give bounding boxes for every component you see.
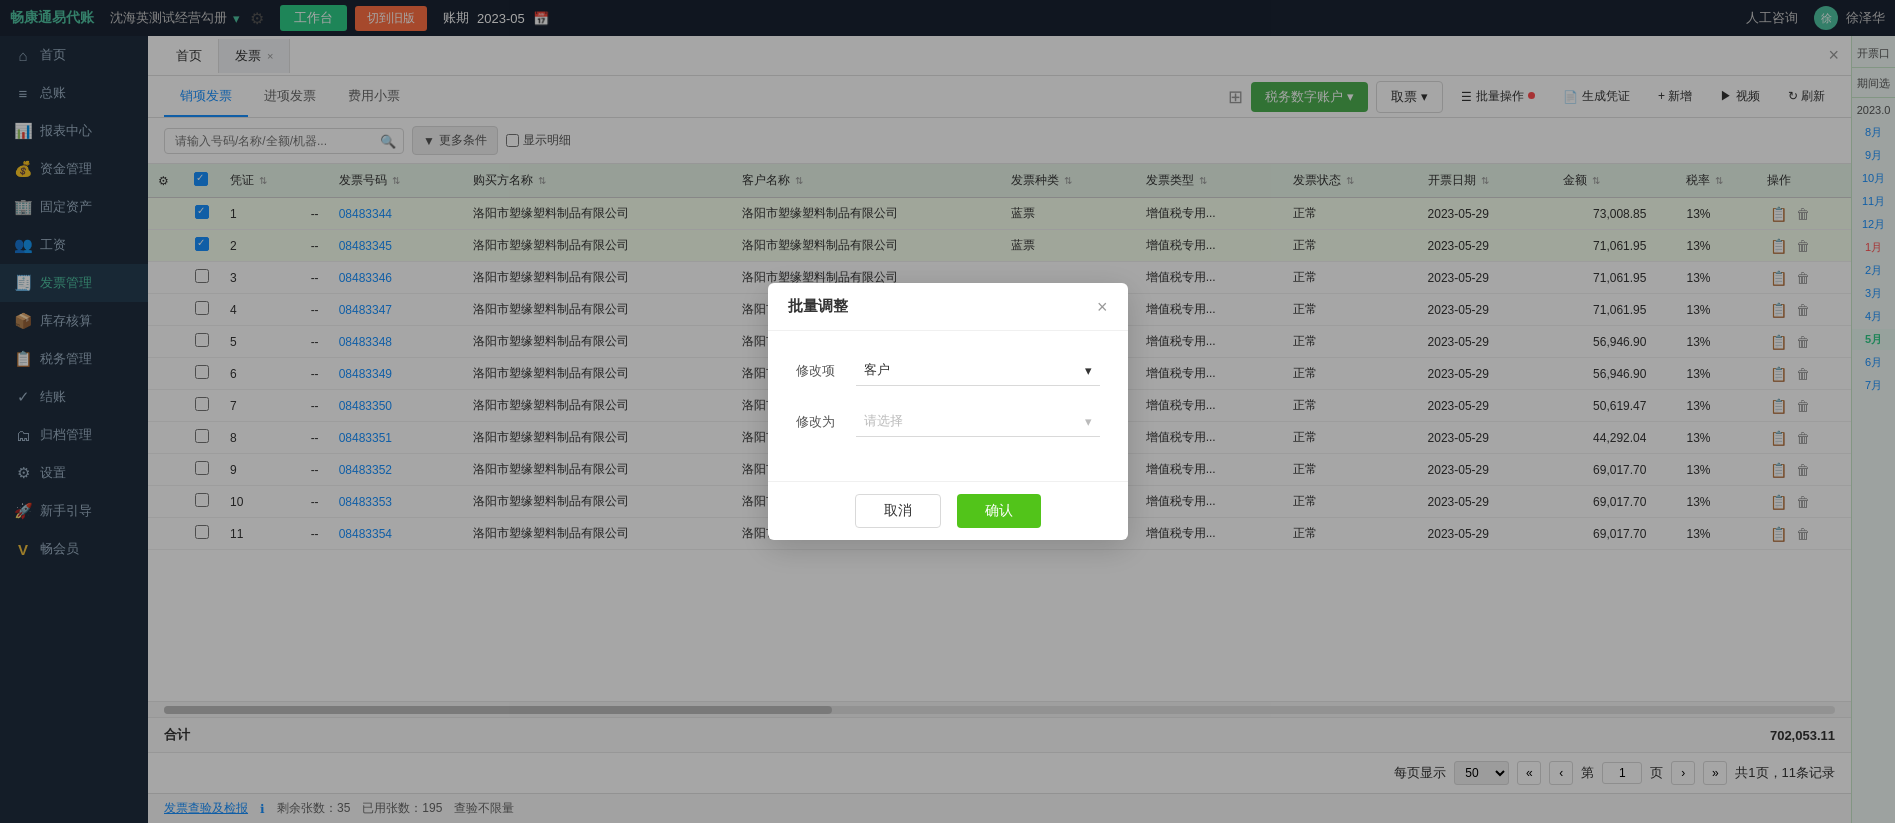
field-row: 修改项 客户 ▾ <box>796 355 1100 386</box>
modify-selector[interactable]: 请选择 ▾ <box>856 406 1100 437</box>
modal-header: 批量调整 × <box>768 283 1128 331</box>
modify-dropdown-icon: ▾ <box>1085 414 1092 429</box>
field-selector[interactable]: 客户 ▾ <box>856 355 1100 386</box>
field-value: 客户 <box>864 361 890 379</box>
modal-cancel-btn[interactable]: 取消 <box>855 494 941 528</box>
field-label: 修改项 <box>796 362 856 380</box>
modify-placeholder: 请选择 <box>864 412 903 430</box>
modal-footer: 取消 确认 <box>768 481 1128 540</box>
modal-close-btn[interactable]: × <box>1097 298 1108 316</box>
field-dropdown-icon: ▾ <box>1085 363 1092 378</box>
modify-label: 修改为 <box>796 413 856 431</box>
modal-title: 批量调整 <box>788 297 848 316</box>
modify-row: 修改为 请选择 ▾ <box>796 406 1100 437</box>
modal-confirm-btn[interactable]: 确认 <box>957 494 1041 528</box>
batch-adjust-modal: 批量调整 × 修改项 客户 ▾ 修改为 请选择 ▾ 取消 确认 <box>768 283 1128 540</box>
modal-body: 修改项 客户 ▾ 修改为 请选择 ▾ <box>768 331 1128 481</box>
modal-overlay: 批量调整 × 修改项 客户 ▾ 修改为 请选择 ▾ 取消 确认 <box>0 0 1895 823</box>
